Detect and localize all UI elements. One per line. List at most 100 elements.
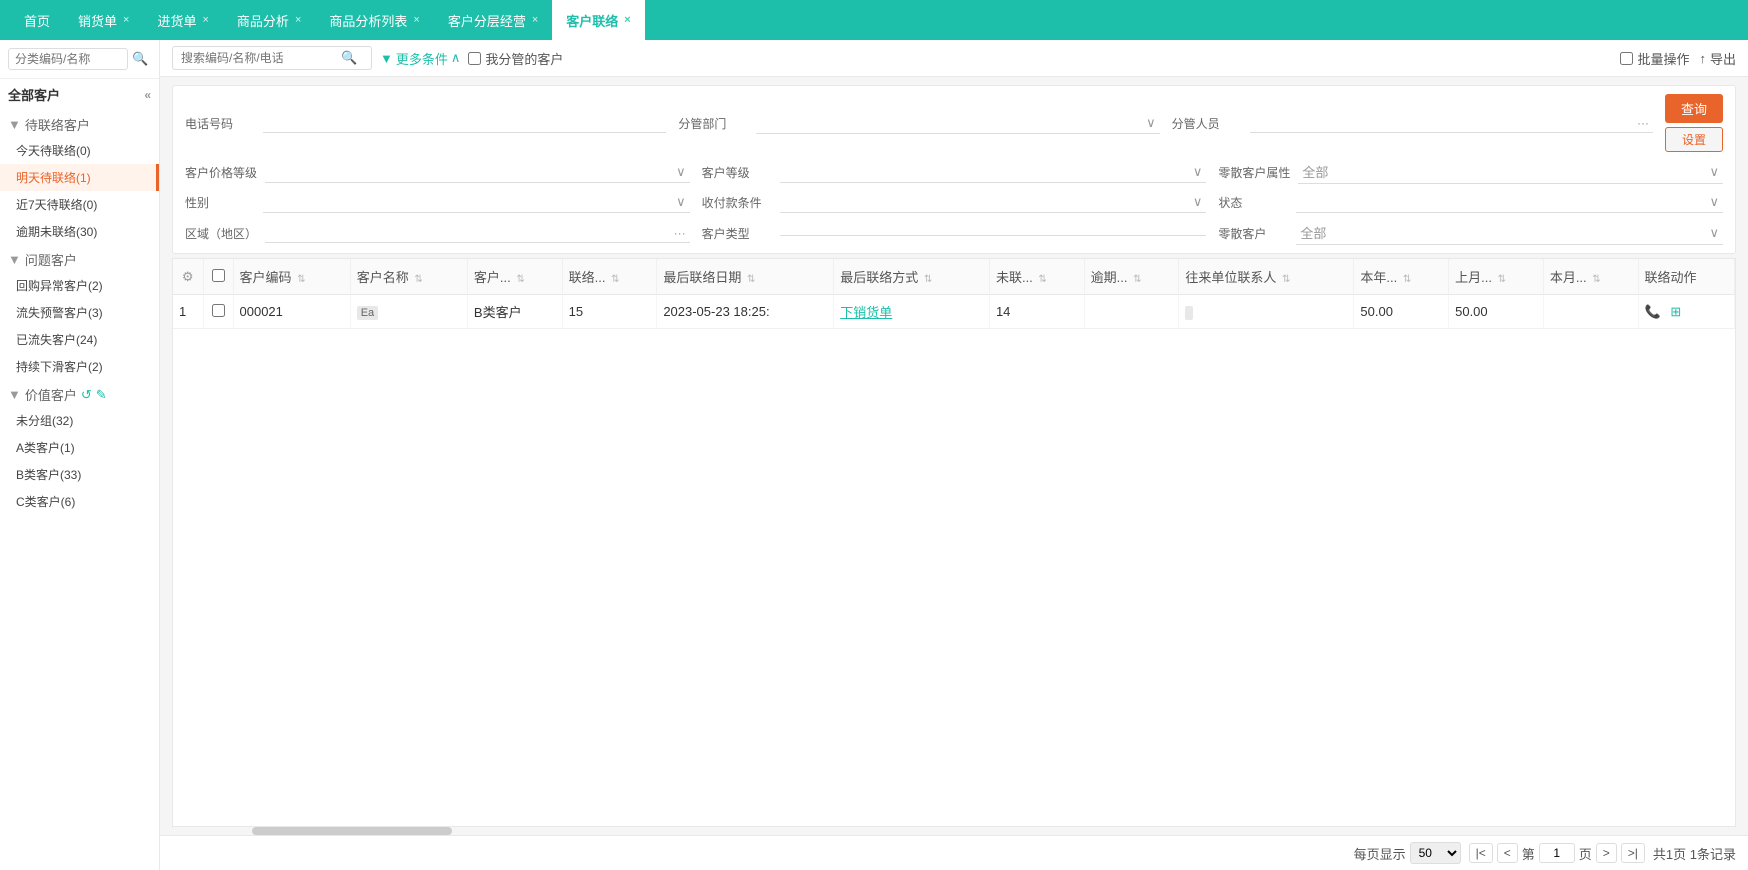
sidebar-search-icon[interactable]: 🔍 (132, 51, 148, 67)
sort-date-icon[interactable]: ⇅ (747, 274, 755, 285)
customer-level-arrow-icon: ∨ (1193, 164, 1203, 180)
sidebar-item-repurchase-abnormal[interactable]: 回购异常客户(2) (0, 272, 159, 299)
batch-op-check[interactable] (1620, 52, 1633, 65)
sort-contact-count-icon[interactable]: ⇅ (611, 274, 619, 285)
th-this-year: 本年... ⇅ (1354, 259, 1449, 295)
sidebar-item-declining[interactable]: 持续下滑客户(2) (0, 353, 159, 380)
row-contact-count: 15 (562, 295, 657, 329)
horizontal-scrollbar[interactable] (172, 827, 1736, 835)
edit-icon[interactable]: ✎ (96, 387, 107, 403)
sidebar-item-7days[interactable]: 近7天待联络(0) (0, 191, 159, 218)
retail-attr-select[interactable]: 全部 ∨ (1298, 160, 1723, 184)
price-level-select[interactable]: ∨ (265, 162, 690, 183)
chevron-up-icon: ∧ (451, 50, 461, 66)
th-checkbox[interactable] (203, 259, 233, 295)
manager-select[interactable]: ··· (1250, 114, 1653, 133)
sidebar-group-pending[interactable]: ▼ 待联络客户 (0, 110, 159, 137)
refresh-icon[interactable]: ↺ (81, 387, 92, 403)
row-checkbox[interactable] (203, 295, 233, 329)
th-this-month: 本月... ⇅ (1543, 259, 1638, 295)
sidebar-item-churned[interactable]: 已流失客户(24) (0, 326, 159, 353)
nav-purchase[interactable]: 进货单 × (143, 0, 222, 40)
toolbar-search-icon[interactable]: 🔍 (341, 50, 357, 66)
export-btn[interactable]: ↑ 导出 (1699, 49, 1736, 68)
row-unit-contact (1179, 295, 1354, 329)
sidebar-item-b-class[interactable]: B类客户(33) (0, 461, 159, 488)
sort-code-icon[interactable]: ⇅ (297, 274, 305, 285)
th-last-contact-method: 最后联络方式 ⇅ (834, 259, 990, 295)
action-more-icon[interactable]: ⊞ (1670, 304, 1681, 319)
prev-page-btn[interactable]: < (1497, 843, 1518, 863)
settings-gear-icon[interactable]: ⚙ (182, 269, 194, 284)
all-customers-section[interactable]: 全部客户 « (0, 79, 159, 110)
close-sales-icon[interactable]: × (123, 14, 129, 26)
close-customer-tiers-icon[interactable]: × (532, 14, 538, 26)
customer-level-select[interactable]: ∨ (780, 162, 1207, 183)
sidebar-group-problem[interactable]: ▼ 问题客户 (0, 245, 159, 272)
th-settings[interactable]: ⚙ (173, 259, 203, 295)
page-number-input[interactable] (1539, 843, 1575, 863)
retail-customer-label: 零散客户 (1218, 225, 1288, 242)
scrollbar-thumb[interactable] (252, 827, 452, 835)
close-purchase-icon[interactable]: × (202, 14, 208, 26)
nav-customer-tiers[interactable]: 客户分层经营 × (434, 0, 552, 40)
sort-unit-contact-icon[interactable]: ⇅ (1282, 274, 1290, 285)
sort-last-month-icon[interactable]: ⇅ (1498, 274, 1506, 285)
sidebar-item-today[interactable]: 今天待联络(0) (0, 137, 159, 164)
close-product-analysis-list-icon[interactable]: × (413, 14, 419, 26)
sidebar-item-c-class[interactable]: C类客户(6) (0, 488, 159, 515)
contact-method-link[interactable]: 下销货单 (840, 305, 892, 320)
row-actions[interactable]: 📞 ⊞ (1638, 295, 1734, 329)
status-label: 状态 (1218, 194, 1288, 211)
next-page-btn[interactable]: > (1596, 843, 1617, 863)
sort-uncontacted-icon[interactable]: ⇅ (1038, 274, 1046, 285)
customer-type-select[interactable] (780, 231, 1207, 236)
region-ellipsis-icon[interactable]: ··· (674, 226, 686, 240)
sort-name-icon[interactable]: ⇅ (414, 274, 422, 285)
sidebar-item-overdue[interactable]: 逾期未联络(30) (0, 218, 159, 245)
query-button[interactable]: 查询 (1665, 94, 1723, 123)
th-contact-count: 联络... ⇅ (562, 259, 657, 295)
phone-input[interactable] (263, 114, 666, 133)
sidebar-group-value[interactable]: ▼ 价值客户 ↺ ✎ (0, 380, 159, 407)
close-product-analysis-icon[interactable]: × (295, 14, 301, 26)
first-page-btn[interactable]: |< (1469, 843, 1493, 863)
toolbar-search-input[interactable] (181, 51, 341, 65)
sidebar-search-input[interactable] (8, 48, 128, 70)
sort-overdue-icon[interactable]: ⇅ (1133, 274, 1141, 285)
region-select[interactable]: ··· (265, 224, 690, 243)
sidebar-item-a-class[interactable]: A类客户(1) (0, 434, 159, 461)
action-phone-icon[interactable]: 📞 (1645, 304, 1661, 319)
page-size-select[interactable]: 50 100 200 (1410, 842, 1461, 864)
my-customers-check[interactable] (468, 52, 481, 65)
sort-type-icon[interactable]: ⇅ (516, 274, 524, 285)
row-select-checkbox[interactable] (212, 304, 225, 317)
payment-select[interactable]: ∨ (780, 192, 1207, 213)
sort-method-icon[interactable]: ⇅ (924, 274, 932, 285)
my-customers-checkbox[interactable]: 我分管的客户 (468, 49, 563, 68)
gender-select[interactable]: ∨ (263, 192, 690, 213)
close-customer-contact-icon[interactable]: × (624, 14, 630, 26)
manager-ellipsis-icon[interactable]: ··· (1637, 116, 1649, 130)
more-conditions-btn[interactable]: ▼ 更多条件 ∧ (380, 49, 460, 68)
row-last-contact-method[interactable]: 下销货单 (834, 295, 990, 329)
sidebar-item-ungrouped[interactable]: 未分组(32) (0, 407, 159, 434)
select-all-checkbox[interactable] (212, 269, 225, 282)
batch-operation-btn[interactable]: 批量操作 (1620, 49, 1689, 68)
nav-product-analysis-list[interactable]: 商品分析列表 × (315, 0, 433, 40)
nav-product-analysis[interactable]: 商品分析 × (223, 0, 315, 40)
page-unit: 页 (1579, 844, 1592, 863)
dept-select[interactable]: ∨ (756, 113, 1159, 134)
last-page-btn[interactable]: >| (1621, 843, 1645, 863)
retail-customer-select[interactable]: 全部 ∨ (1296, 221, 1723, 245)
sidebar-item-churn-warning[interactable]: 流失预警客户(3) (0, 299, 159, 326)
nav-sales[interactable]: 销货单 × (64, 0, 143, 40)
nav-customer-contact[interactable]: 客户联络 × (552, 0, 644, 40)
sidebar-item-tomorrow[interactable]: 明天待联络(1) (0, 164, 159, 191)
settings-button[interactable]: 设置 (1665, 127, 1723, 152)
sort-this-month-icon[interactable]: ⇅ (1592, 274, 1600, 285)
manager-label: 分管人员 (1172, 115, 1242, 132)
status-select[interactable]: ∨ (1296, 192, 1723, 213)
sort-this-year-icon[interactable]: ⇅ (1403, 274, 1411, 285)
nav-home[interactable]: 首页 (10, 0, 64, 40)
